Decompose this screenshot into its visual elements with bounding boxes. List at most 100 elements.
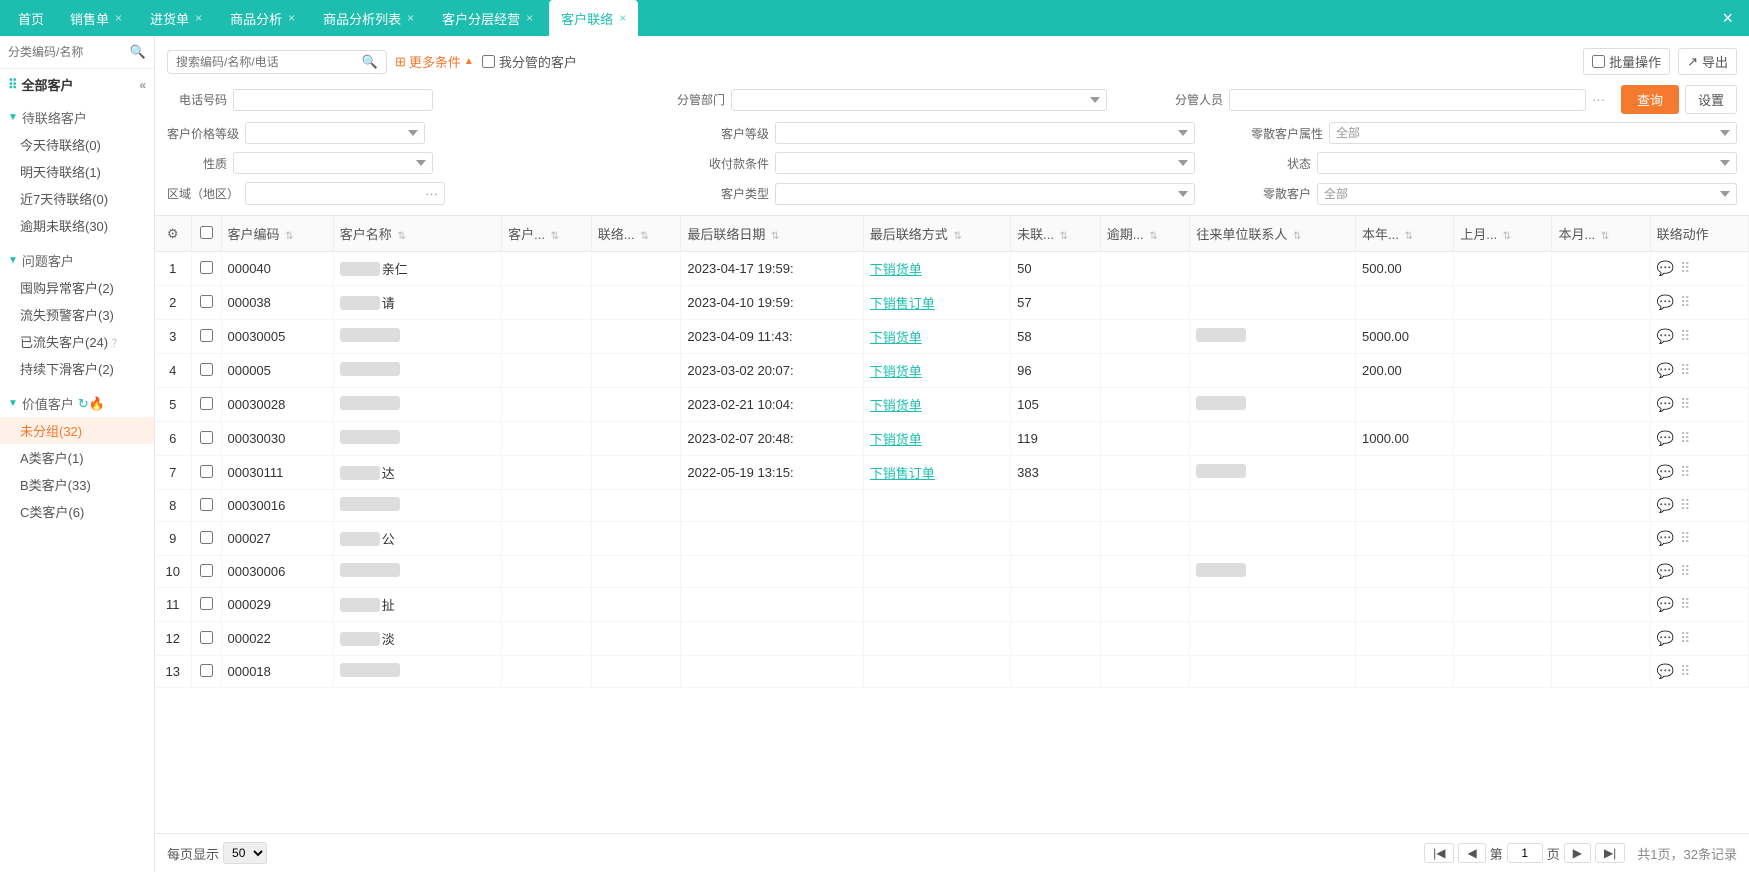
first-page-btn[interactable]: |◀ [1424,843,1454,863]
nav-customer-contact[interactable]: 客户联络 × [549,0,638,36]
action-call-icon[interactable]: 💬 [1657,294,1674,311]
sort-type-icon[interactable]: ⇅ [551,231,559,242]
action-more-icon[interactable]: ⠿ [1680,396,1690,413]
action-call-icon[interactable]: 💬 [1657,260,1674,277]
action-call-icon[interactable]: 💬 [1657,563,1674,580]
row-checkbox[interactable] [200,397,213,410]
retail-attr-select[interactable]: 全部 [1329,122,1737,144]
row-checkbox[interactable] [200,431,213,444]
action-more-icon[interactable]: ⠿ [1680,530,1690,547]
row-checkbox[interactable] [200,295,213,308]
nav-purchase-close[interactable]: × [195,11,202,25]
customer-type-select[interactable] [775,183,1195,205]
reset-btn[interactable]: 设置 [1685,85,1737,114]
sidebar-item-churned[interactable]: 已流失客户(24) ？ [0,328,154,355]
nav-close-all[interactable]: × [1714,8,1741,29]
dept-select[interactable] [731,89,1107,111]
row-checkbox[interactable] [200,597,213,610]
action-more-icon[interactable]: ⠿ [1680,563,1690,580]
sidebar-item-tomorrow[interactable]: 明天待联络(1) [0,158,154,185]
customer-level-select[interactable] [775,122,1195,144]
prev-page-btn[interactable]: ◀ [1458,843,1485,863]
select-all-checkbox[interactable] [200,226,213,239]
price-level-select[interactable] [245,122,425,144]
sort-method-icon[interactable]: ⇅ [953,231,961,242]
action-more-icon[interactable]: ⠿ [1680,328,1690,345]
row-checkbox[interactable] [200,564,213,577]
sort-name-icon[interactable]: ⇅ [397,231,405,242]
action-call-icon[interactable]: 💬 [1657,464,1674,481]
row-checkbox[interactable] [200,498,213,511]
page-size-select[interactable]: 50 [223,842,267,864]
row-checkbox[interactable] [200,531,213,544]
nav-analysis-close[interactable]: × [288,11,295,25]
sort-date-icon[interactable]: ⇅ [771,231,779,242]
sidebar-item-abnormal[interactable]: 囤购异常客户(2) [0,274,154,301]
region-select[interactable]: ··· [245,182,445,205]
more-conditions-btn[interactable]: ⊞ 更多条件 ▲ [395,52,474,71]
row-checkbox[interactable] [200,631,213,644]
method-link[interactable]: 下销货单 [870,330,922,345]
search-btn[interactable]: 查询 [1621,85,1679,114]
search-input[interactable] [176,55,358,69]
nav-sales-close[interactable]: × [115,11,122,25]
retail-customer-select[interactable]: 全部 [1317,183,1737,205]
row-checkbox[interactable] [200,465,213,478]
nav-analysis[interactable]: 商品分析 × [218,0,307,36]
payment-select[interactable] [775,152,1195,174]
sort-lastmonth-icon[interactable]: ⇅ [1503,231,1511,242]
sidebar-search-input[interactable] [8,45,126,59]
method-link[interactable]: 下销售订单 [870,466,935,481]
sort-year-icon[interactable]: ⇅ [1404,231,1412,242]
export-btn[interactable]: ↗ 导出 [1678,48,1737,75]
collapse-icon[interactable]: « [139,78,146,92]
row-checkbox[interactable] [200,664,213,677]
action-call-icon[interactable]: 💬 [1657,630,1674,647]
next-page-btn[interactable]: ▶ [1564,843,1591,863]
sidebar-search-icon[interactable]: 🔍 [130,44,146,60]
nav-sales[interactable]: 销售单 × [58,0,134,36]
sidebar-item-overdue[interactable]: 逾期未联络(30) [0,212,154,239]
sidebar-item-classC[interactable]: C类客户(6) [0,498,154,525]
search-icon[interactable]: 🔍 [362,54,378,70]
action-more-icon[interactable]: ⠿ [1680,596,1690,613]
action-more-icon[interactable]: ⠿ [1680,630,1690,647]
sort-company-icon[interactable]: ⇅ [1293,231,1301,242]
sidebar-item-today[interactable]: 今天待联络(0) [0,131,154,158]
sidebar-item-churning[interactable]: 流失预警客户(3) [0,301,154,328]
action-call-icon[interactable]: 💬 [1657,530,1674,547]
bulk-operation-btn[interactable]: 批量操作 [1583,48,1670,75]
action-call-icon[interactable]: 💬 [1657,430,1674,447]
row-checkbox[interactable] [200,329,213,342]
method-link[interactable]: 下销货单 [870,398,922,413]
nav-analysis-list[interactable]: 商品分析列表 × [311,0,426,36]
phone-input[interactable] [233,89,433,111]
sort-overdue-icon[interactable]: ⇅ [1149,231,1157,242]
action-more-icon[interactable]: ⠿ [1680,362,1690,379]
action-more-icon[interactable]: ⠿ [1680,663,1690,680]
manager-input[interactable] [1229,89,1586,111]
nav-analysis-list-close[interactable]: × [407,11,414,25]
refresh-icon[interactable]: ↻ [78,396,89,412]
sidebar-item-7days[interactable]: 近7天待联络(0) [0,185,154,212]
method-link[interactable]: 下销货单 [870,432,922,447]
action-call-icon[interactable]: 💬 [1657,362,1674,379]
nav-purchase[interactable]: 进货单 × [138,0,214,36]
settings-icon[interactable]: ⚙ [167,226,179,241]
row-checkbox[interactable] [200,261,213,274]
all-customers-header[interactable]: ⠿ 全部客户 « [0,69,154,100]
action-call-icon[interactable]: 💬 [1657,328,1674,345]
nav-customer-contact-close[interactable]: × [619,11,626,25]
method-link[interactable]: 下销货单 [870,262,922,277]
status-select[interactable] [1317,152,1737,174]
last-page-btn[interactable]: ▶| [1595,843,1625,863]
sort-days-icon[interactable]: ⇅ [1060,231,1068,242]
action-call-icon[interactable]: 💬 [1657,396,1674,413]
nav-customer-mgmt[interactable]: 客户分层经营 × [430,0,545,36]
nav-home[interactable]: 首页 [8,0,54,36]
action-more-icon[interactable]: ⠿ [1680,430,1690,447]
sort-contact-icon[interactable]: ⇅ [640,231,648,242]
problem-group-header[interactable]: ▼ 问题客户 [0,247,154,274]
value-group-header[interactable]: ▼ 价值客户 ↻ 🔥 [0,390,154,417]
manager-more-icon[interactable]: ··· [1592,92,1605,107]
